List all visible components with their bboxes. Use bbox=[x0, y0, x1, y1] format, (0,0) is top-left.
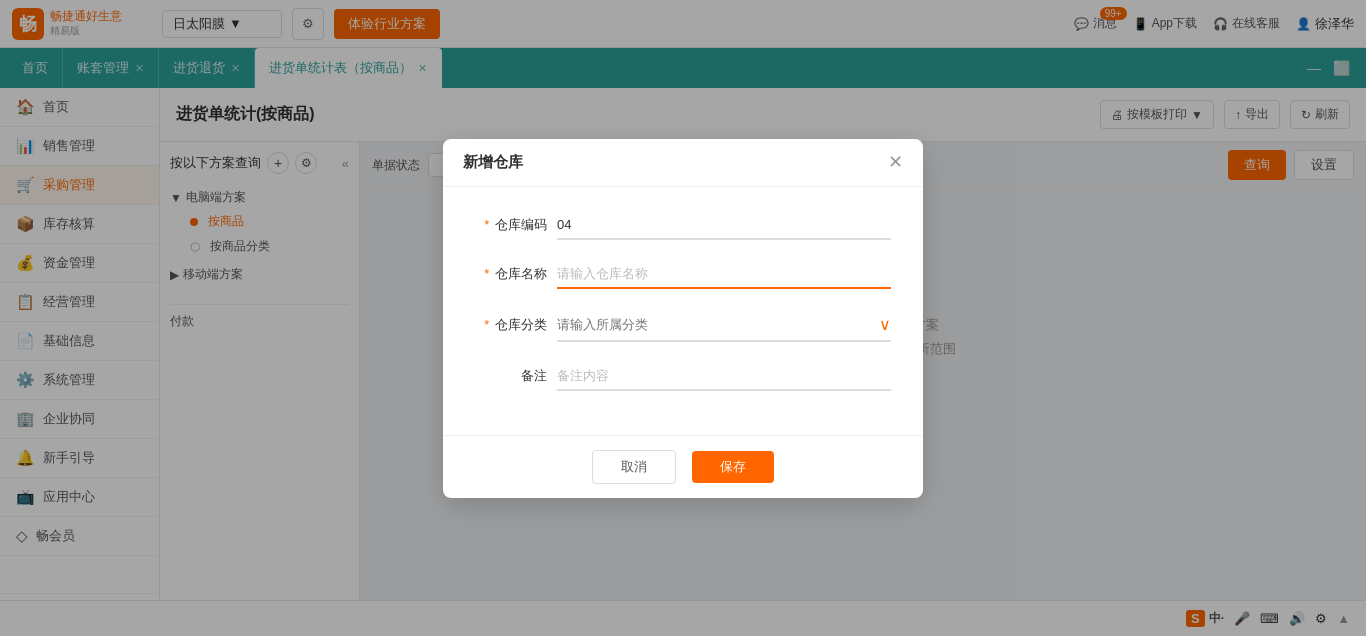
save-button[interactable]: 保存 bbox=[692, 451, 774, 483]
required-star3: * bbox=[484, 317, 489, 332]
warehouse-category-select[interactable]: ∨ bbox=[557, 309, 891, 342]
warehouse-category-row: * 仓库分类 ∨ bbox=[475, 309, 891, 342]
warehouse-code-input[interactable] bbox=[557, 211, 891, 240]
required-star: * bbox=[484, 217, 489, 232]
warehouse-name-row: * 仓库名称 bbox=[475, 260, 891, 289]
dialog-close-icon[interactable]: ✕ bbox=[888, 153, 903, 171]
dialog-header: 新增仓库 ✕ bbox=[443, 139, 923, 187]
required-star2: * bbox=[484, 266, 489, 281]
note-input[interactable] bbox=[557, 362, 891, 391]
warehouse-category-label: * 仓库分类 bbox=[475, 316, 547, 334]
warehouse-code-row: * 仓库编码 bbox=[475, 211, 891, 240]
warehouse-code-label: * 仓库编码 bbox=[475, 216, 547, 234]
dialog-overlay: 新增仓库 ✕ * 仓库编码 * 仓库名称 bbox=[0, 0, 1366, 636]
cancel-button[interactable]: 取消 bbox=[592, 450, 676, 484]
warehouse-category-input[interactable] bbox=[557, 317, 879, 332]
note-label: 备注 bbox=[475, 367, 547, 385]
category-dropdown-icon: ∨ bbox=[879, 315, 891, 334]
new-warehouse-dialog: 新增仓库 ✕ * 仓库编码 * 仓库名称 bbox=[443, 139, 923, 498]
dialog-title: 新增仓库 bbox=[463, 153, 523, 172]
warehouse-name-input[interactable] bbox=[557, 260, 891, 289]
warehouse-name-label: * 仓库名称 bbox=[475, 265, 547, 283]
note-row: 备注 bbox=[475, 362, 891, 391]
dialog-footer: 取消 保存 bbox=[443, 435, 923, 498]
dialog-body: * 仓库编码 * 仓库名称 * 仓库分类 bbox=[443, 187, 923, 435]
